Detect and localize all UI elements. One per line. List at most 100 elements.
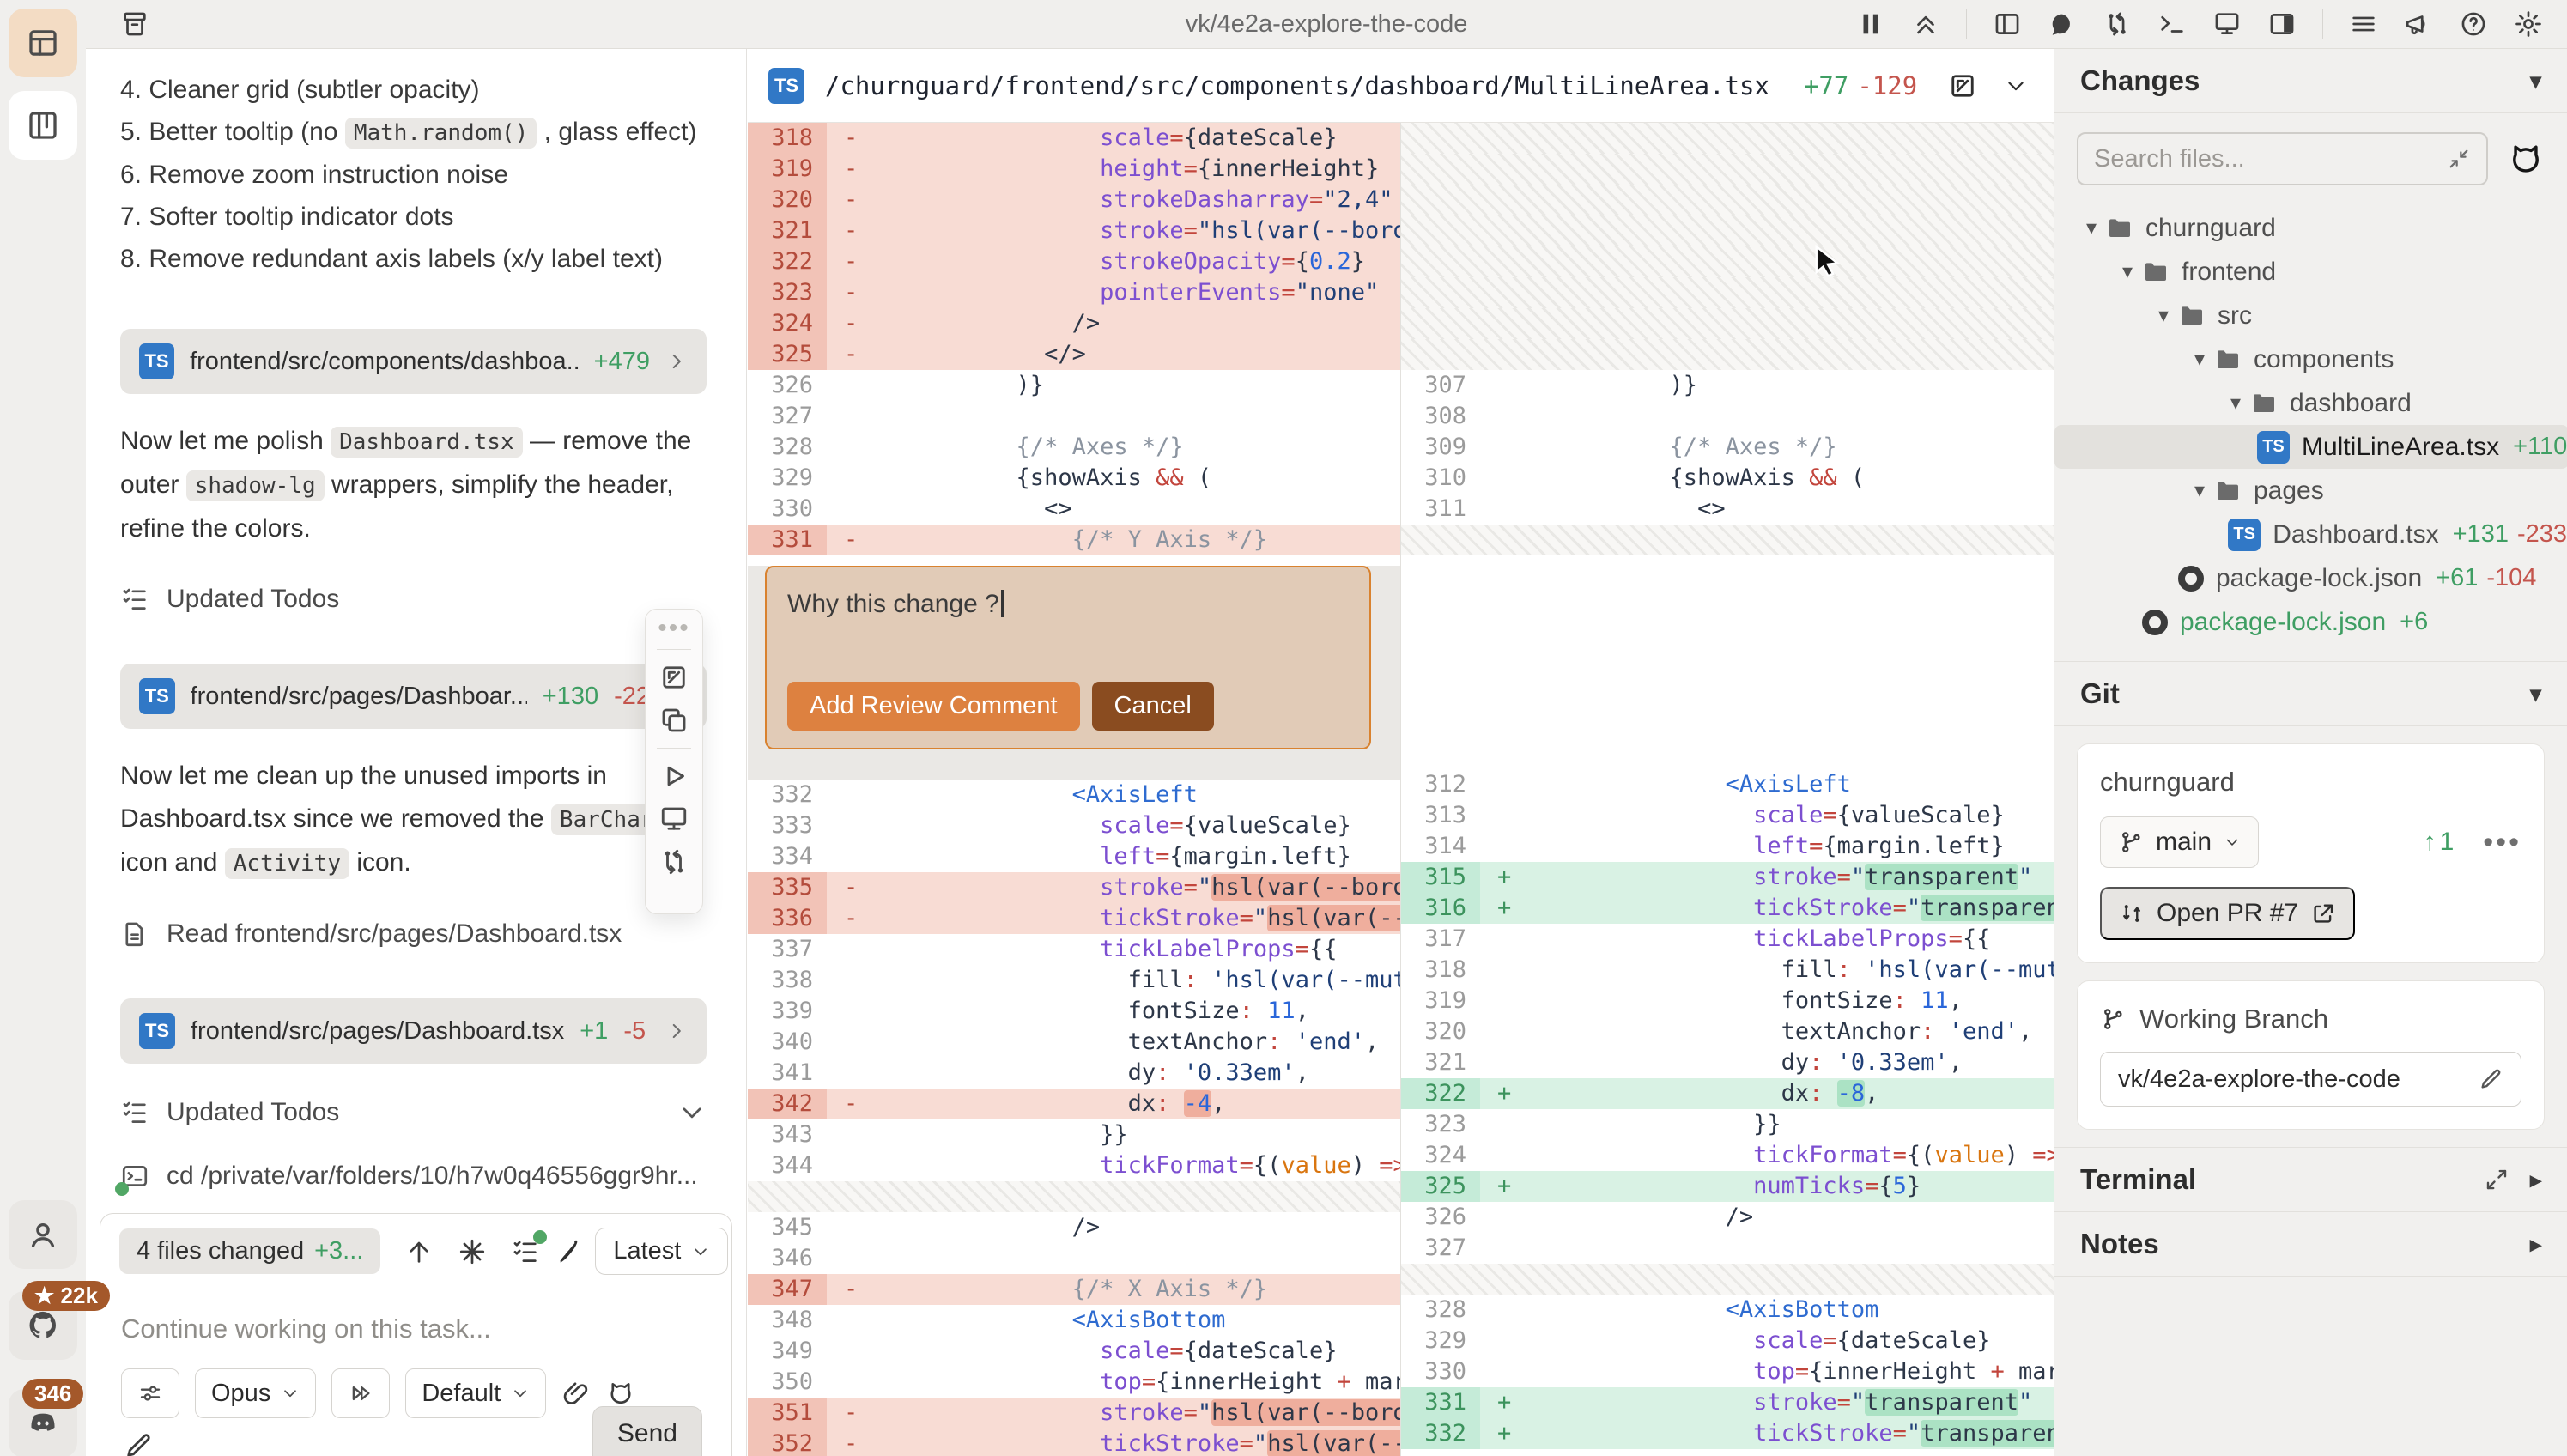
copy-icon[interactable] (658, 705, 689, 736)
drag-handle-icon[interactable]: ••• (658, 620, 690, 637)
diff-line[interactable]: 323- }} (1401, 1109, 2054, 1140)
collapse-triangle-icon[interactable]: ▾ (2530, 681, 2541, 707)
diff-line[interactable]: 322+ dx: -8, (1401, 1078, 2054, 1109)
review-comment-box[interactable]: Why this change ? Add Review Comment Can… (765, 566, 1371, 749)
diff-line[interactable]: 332- <AxisLeft (748, 780, 1400, 810)
megaphone-icon[interactable] (2404, 9, 2433, 39)
diff-line[interactable]: 343- }} (748, 1119, 1400, 1150)
diff-line[interactable]: 319- fontSize: 11, (1401, 986, 2054, 1016)
diff-line[interactable]: 312- <AxisLeft (1401, 769, 2054, 800)
diff-line[interactable]: 328- <AxisBottom (1401, 1295, 2054, 1326)
tree-caret-icon[interactable]: ▾ (2221, 391, 2250, 416)
panel-left-icon[interactable] (1993, 9, 2022, 39)
menu-icon[interactable] (2349, 9, 2378, 39)
diff-line[interactable]: 326- )} (748, 370, 1400, 401)
diff-line[interactable]: 320- textAnchor: 'end', (1401, 1016, 2054, 1047)
diff-line[interactable]: 307- )} (1401, 370, 2054, 401)
scroll-up-icon[interactable] (404, 1237, 434, 1266)
expand-icon[interactable] (2484, 1167, 2509, 1192)
diff-line[interactable]: 314- left={margin.left} (1401, 831, 2054, 862)
mode-dropdown[interactable]: Default (405, 1368, 546, 1418)
tree-caret-icon[interactable]: ▾ (2077, 215, 2106, 240)
tree-caret-icon[interactable]: ▾ (2185, 347, 2214, 372)
diff-line[interactable]: 329- scale={dateScale} (1401, 1326, 2054, 1356)
more-actions-button[interactable]: ••• (2483, 826, 2521, 859)
fast-forward-button[interactable] (331, 1368, 390, 1418)
diff-line[interactable]: 323- pointerEvents="none" (748, 277, 1400, 308)
send-button[interactable]: Send (592, 1406, 702, 1456)
highlighter-icon[interactable] (123, 1430, 154, 1456)
diff-line[interactable]: 315+ stroke="transparent" (1401, 862, 2054, 893)
diff-line[interactable]: 345- /> (748, 1212, 1400, 1243)
model-dropdown[interactable]: Opus (195, 1368, 316, 1418)
diff-line[interactable]: 335- stroke="hsl(var(--border (748, 872, 1400, 903)
diff-line[interactable]: 327- (748, 401, 1400, 432)
diff-line[interactable]: 331- {/* Y Axis */} (748, 525, 1400, 555)
tree-caret-icon[interactable]: ▾ (2149, 303, 2178, 328)
diff-line[interactable]: 321- stroke="hsl(var(--border (748, 215, 1400, 246)
tree-file-package-lock.json[interactable]: package-lock.json+6 (2054, 600, 2567, 644)
tree-folder-src[interactable]: ▾src (2054, 294, 2567, 337)
changes-section-header[interactable]: Changes ▾ (2054, 49, 2567, 113)
spark-icon[interactable] (458, 1237, 487, 1266)
cat-icon[interactable] (2507, 140, 2545, 178)
rail-item-user[interactable] (9, 1200, 77, 1269)
diff-line[interactable]: 311- <> (1401, 494, 2054, 525)
diff-line[interactable]: 316+ tickStroke="transparent" (1401, 893, 2054, 924)
diff-line[interactable]: 337- tickLabelProps={{ (748, 934, 1400, 965)
diff-line[interactable]: 330- top={innerHeight + margi (1401, 1356, 2054, 1387)
tree-folder-churnguard[interactable]: ▾churnguard (2054, 206, 2567, 250)
latest-dropdown[interactable]: Latest (595, 1228, 728, 1275)
diff-line[interactable]: 330- <> (748, 494, 1400, 525)
chat-bubble-icon[interactable] (2048, 9, 2077, 39)
tree-folder-components[interactable]: ▾components (2054, 337, 2567, 381)
tree-folder-dashboard[interactable]: ▾dashboard (2054, 381, 2567, 425)
diff-line[interactable]: 320- strokeDasharray="2,4" (748, 185, 1400, 215)
diff-line[interactable]: 325+ numTicks={5} (1401, 1171, 2054, 1202)
search-input[interactable]: Search files... (2077, 132, 2488, 185)
tool-row[interactable]: Read frontend/src/pages/Dashboard.tsx (120, 919, 707, 949)
diff-line[interactable]: 334- left={margin.left} (748, 841, 1400, 872)
git-compare-icon[interactable] (2103, 9, 2132, 39)
panel-right-icon[interactable] (2267, 9, 2297, 39)
rail-item-kanban[interactable] (9, 91, 77, 160)
cancel-button[interactable]: Cancel (1092, 682, 1214, 731)
diff-line[interactable]: 308- (1401, 401, 2054, 432)
diff-line[interactable]: 332+ tickStroke="transparent" (1401, 1418, 2054, 1449)
diff-line[interactable]: 322- strokeOpacity={0.2} (748, 246, 1400, 277)
notes-section-header[interactable]: Notes ▸ (2054, 1212, 2567, 1277)
expand-triangle-icon[interactable]: ▸ (2530, 1167, 2541, 1193)
diff-line[interactable]: 341- dy: '0.33em', (748, 1058, 1400, 1089)
diff-line[interactable]: 325- </> (748, 339, 1400, 370)
collapse-triangle-icon[interactable]: ▾ (2530, 68, 2541, 94)
todos-indicator[interactable] (511, 1237, 540, 1266)
cat-icon[interactable] (606, 1379, 635, 1408)
git-compare-icon[interactable] (658, 846, 689, 877)
diff-line[interactable]: 324- /> (748, 308, 1400, 339)
open-pr-button[interactable]: Open PR #7 (2100, 887, 2355, 940)
diff-line[interactable]: 326- /> (1401, 1202, 2054, 1233)
diff-line[interactable]: 321- dy: '0.33em', (1401, 1047, 2054, 1078)
help-icon[interactable] (2459, 9, 2488, 39)
diff-line[interactable]: 310- {showAxis && ( (1401, 463, 2054, 494)
pause-icon[interactable] (1856, 9, 1885, 39)
collapse-tree-icon[interactable] (2447, 147, 2471, 171)
diff-line[interactable]: 350- top={innerHeight + margi (748, 1367, 1400, 1398)
diff-icon[interactable] (658, 662, 689, 693)
diff-line[interactable]: 313- scale={valueScale} (1401, 800, 2054, 831)
display-icon[interactable] (658, 804, 689, 834)
diff-line[interactable]: 328- {/* Axes */} (748, 432, 1400, 463)
message-input[interactable]: Continue working on this task... (100, 1289, 731, 1355)
tool-row[interactable]: Updated Todos (120, 1098, 707, 1127)
display-icon[interactable] (2212, 9, 2242, 39)
diff-line[interactable]: 324- tickFormat={(value) => f (1401, 1140, 2054, 1171)
diff-line[interactable]: 327- (1401, 1233, 2054, 1264)
diff-view-icon[interactable] (1947, 70, 1978, 101)
diff-line[interactable]: 318- fill: 'hsl(var(--mutec (1401, 955, 2054, 986)
working-branch-input[interactable]: vk/4e2a-explore-the-code (2100, 1052, 2521, 1107)
expand-triangle-icon[interactable]: ▸ (2530, 1231, 2541, 1258)
chevron-down-icon[interactable] (2004, 74, 2028, 98)
diff-line[interactable]: 351- stroke="hsl(var(--border (748, 1398, 1400, 1429)
diff-line[interactable]: 339- fontSize: 11, (748, 996, 1400, 1027)
diff-line[interactable]: 333- scale={valueScale} (748, 810, 1400, 841)
